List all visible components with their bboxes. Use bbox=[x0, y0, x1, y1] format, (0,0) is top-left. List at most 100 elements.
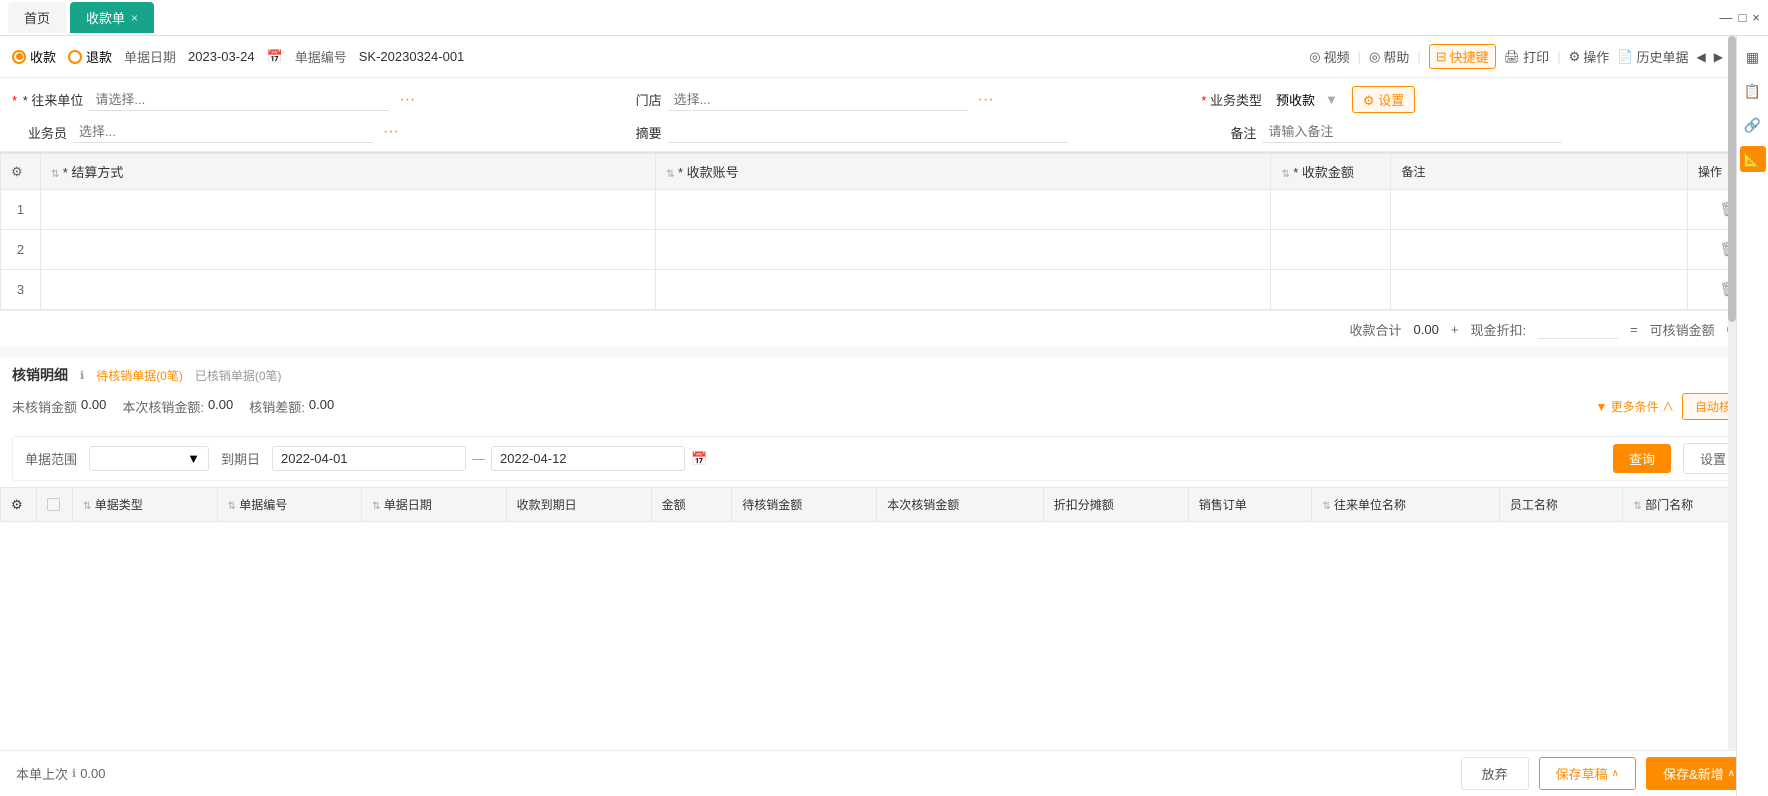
footer-amount: 0.00 bbox=[80, 766, 105, 781]
cell-account-3[interactable] bbox=[656, 270, 1271, 310]
minimize-icon[interactable]: — bbox=[1720, 10, 1733, 25]
cell-amount-1[interactable] bbox=[1271, 190, 1391, 230]
verify-section: 核销明细 ℹ 待核销单据(0笔) 已核销单据(0笔) 未核销金额 0.00 本次… bbox=[0, 357, 1768, 436]
store-more-icon[interactable]: ··· bbox=[974, 91, 998, 109]
biz-type-dropdown-icon[interactable]: ▼ bbox=[1325, 92, 1338, 107]
net-label: 可核销金额 bbox=[1650, 320, 1715, 339]
sidebar-document-icon[interactable]: 📋 bbox=[1740, 78, 1766, 104]
equal-sign: = bbox=[1630, 322, 1638, 337]
salesman-input[interactable] bbox=[73, 121, 373, 143]
table-row: 2 🗑 ⧉ bbox=[1, 230, 1768, 270]
print-btn[interactable]: 🖨 打印 bbox=[1504, 47, 1550, 66]
cell-remark-1[interactable] bbox=[1391, 190, 1688, 230]
save-new-arrow-icon: ∧ bbox=[1728, 768, 1735, 779]
bth-receipt-due: 收款到期日 bbox=[506, 488, 651, 522]
tab-done[interactable]: 已核销单据(0笔) bbox=[195, 367, 282, 384]
tab-active[interactable]: 收款单 × bbox=[70, 2, 154, 33]
due-date-to-input[interactable] bbox=[491, 446, 685, 471]
bth-amount: 金额 bbox=[651, 488, 732, 522]
verify-stats: 未核销金额 0.00 本次核销金额: 0.00 核销差额: 0.00 ▼ 更多条… bbox=[12, 393, 1756, 420]
operation-icon: ⚙ bbox=[1569, 49, 1581, 65]
select-all-checkbox[interactable] bbox=[47, 498, 60, 511]
maximize-icon[interactable]: □ bbox=[1739, 10, 1747, 25]
th-account: ⇅ * 收款账号 bbox=[656, 154, 1271, 190]
cell-settlement-2[interactable] bbox=[41, 230, 656, 270]
abstract-input[interactable] bbox=[668, 121, 1068, 143]
calendar-icon[interactable]: 📅 bbox=[267, 49, 283, 65]
radio-shoukuan[interactable]: 收款 bbox=[12, 47, 56, 66]
window-close-icon[interactable]: × bbox=[1752, 10, 1760, 25]
footer-info-icon[interactable]: ℹ bbox=[72, 767, 76, 780]
bth-bill-number: ⇅ 单据编号 bbox=[217, 488, 362, 522]
th-settlement: ⇅ * 结算方式 bbox=[41, 154, 656, 190]
store-input[interactable] bbox=[668, 89, 968, 111]
video-icon: ◎ bbox=[1309, 49, 1320, 65]
salesman-more-icon[interactable]: ··· bbox=[379, 123, 403, 141]
bill-range-select[interactable]: ▼ bbox=[89, 446, 209, 471]
radio-dot-shoukuan bbox=[12, 50, 26, 64]
sidebar-link-icon[interactable]: 🔗 bbox=[1740, 112, 1766, 138]
query-btn[interactable]: 查询 bbox=[1613, 444, 1671, 473]
tab-close-icon[interactable]: × bbox=[131, 11, 138, 25]
tab-pending[interactable]: 待核销单据(0笔) bbox=[96, 367, 183, 384]
nav-next-btn[interactable]: ▶ bbox=[1714, 50, 1723, 64]
sidebar-table-icon[interactable]: ▦ bbox=[1740, 44, 1766, 70]
counterpart-input[interactable] bbox=[89, 89, 389, 111]
bottom-table-container: ⚙ ⇅ 单据类型 ⇅ 单据编号 ⇅ 单据日期 收款到期日 金额 bbox=[0, 487, 1768, 750]
cell-settlement-1[interactable] bbox=[41, 190, 656, 230]
bth-bill-type: ⇅ 单据类型 bbox=[73, 488, 218, 522]
cell-settlement-3[interactable] bbox=[41, 270, 656, 310]
setting-btn[interactable]: ⚙ 设置 bbox=[1352, 86, 1415, 113]
shortcut-btn[interactable]: ⊟ 快捷键 bbox=[1429, 44, 1496, 69]
toolbar: 收款 退款 单据日期 2023-03-24 📅 单据编号 SK-20230324… bbox=[0, 36, 1768, 78]
current-label: 本次核销金额: bbox=[122, 397, 204, 416]
total-label: 收款合计 bbox=[1350, 320, 1402, 339]
calendar-icon-from[interactable]: 📅 bbox=[691, 451, 707, 467]
cell-account-1[interactable] bbox=[656, 190, 1271, 230]
abandon-btn[interactable]: 放弃 bbox=[1461, 757, 1529, 790]
save-draft-btn[interactable]: 保存草稿 ∧ bbox=[1539, 757, 1636, 790]
remark-input[interactable] bbox=[1262, 121, 1562, 143]
cell-remark-3[interactable] bbox=[1391, 270, 1688, 310]
video-btn[interactable]: ◎ 视频 bbox=[1309, 47, 1349, 66]
bth-pending: 待核销金额 bbox=[732, 488, 877, 522]
cell-account-2[interactable] bbox=[656, 230, 1271, 270]
biz-type-field: * 业务类型 预收款 ▼ ⚙ 设置 bbox=[1201, 86, 1756, 113]
th-gear: ⚙ bbox=[1, 154, 41, 190]
help-btn[interactable]: ◎ 帮助 bbox=[1369, 47, 1409, 66]
nav-prev-btn[interactable]: ◀ bbox=[1696, 50, 1705, 64]
operation-btn[interactable]: ⚙ 操作 bbox=[1569, 47, 1610, 66]
more-filter-btn[interactable]: ▼ 更多条件 ∧ bbox=[1595, 398, 1674, 415]
history-btn[interactable]: 📄 历史单据 bbox=[1617, 47, 1688, 66]
bth-current: 本次核销金额 bbox=[877, 488, 1044, 522]
bth-employee: 员工名称 bbox=[1499, 488, 1623, 522]
table-gear-icon[interactable]: ⚙ bbox=[11, 164, 23, 179]
cell-amount-2[interactable] bbox=[1271, 230, 1391, 270]
radio-tuikuan[interactable]: 退款 bbox=[68, 47, 112, 66]
sidebar-layout-icon[interactable]: 📐 bbox=[1740, 146, 1766, 172]
stat-diff: 核销差额: 0.00 bbox=[249, 397, 334, 416]
scroll-area[interactable] bbox=[1728, 36, 1736, 750]
bottom-gear-icon[interactable]: ⚙ bbox=[11, 497, 23, 512]
discount-input[interactable] bbox=[1538, 319, 1618, 339]
unchecked-value: 0.00 bbox=[81, 397, 106, 416]
scroll-thumb[interactable] bbox=[1728, 36, 1736, 322]
save-new-label: 保存&新增 bbox=[1663, 764, 1724, 783]
tab-home[interactable]: 首页 bbox=[8, 2, 66, 33]
due-date-from-input[interactable] bbox=[272, 446, 466, 471]
due-date-group: — 📅 bbox=[272, 446, 707, 471]
date-separator: — bbox=[472, 451, 485, 466]
cell-amount-3[interactable] bbox=[1271, 270, 1391, 310]
cell-remark-2[interactable] bbox=[1391, 230, 1688, 270]
remark-field: 备注 bbox=[1201, 121, 1756, 143]
main-area: 收款 退款 单据日期 2023-03-24 📅 单据编号 SK-20230324… bbox=[0, 36, 1768, 796]
form-area: * * 往来单位 ··· 门店 ··· * 业务类型 预收款 ▼ ⚙ 设置 bbox=[0, 78, 1768, 152]
stat-current: 本次核销金额: 0.00 bbox=[122, 397, 233, 416]
save-draft-arrow-icon: ∧ bbox=[1612, 768, 1619, 779]
verify-info-icon[interactable]: ℹ bbox=[80, 369, 84, 382]
summary-row: 收款合计 0.00 + 现金折扣: = 可核销金额 0.00 bbox=[0, 310, 1768, 347]
counterpart-more-icon[interactable]: ··· bbox=[395, 91, 419, 109]
th-remark: 备注 bbox=[1391, 154, 1688, 190]
main-table: ⚙ ⇅ * 结算方式 ⇅ * 收款账号 ⇅ * 收款金额 备注 操作 bbox=[0, 153, 1768, 310]
counterpart-label: * * 往来单位 bbox=[12, 90, 83, 109]
